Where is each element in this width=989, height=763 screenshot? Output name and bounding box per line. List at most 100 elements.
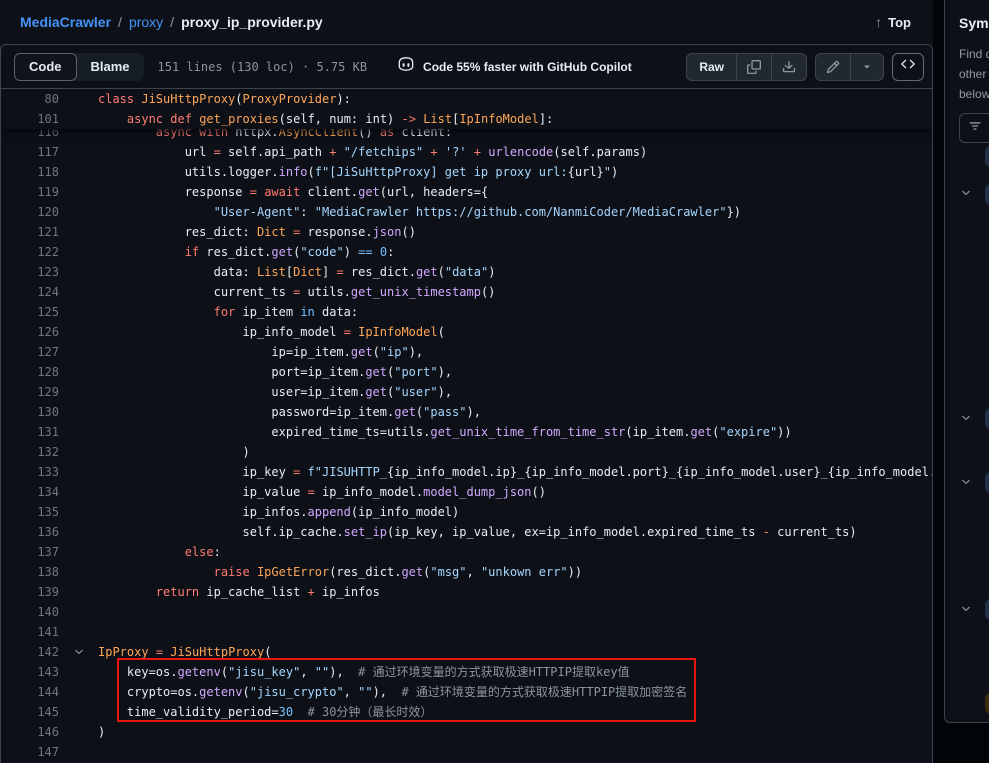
- collapse-chevron-icon[interactable]: [59, 642, 98, 662]
- line-number[interactable]: 128: [1, 362, 59, 382]
- code-text: raise IpGetError(res_dict.get("msg", "un…: [98, 562, 932, 582]
- code-line: 136 self.ip_cache.set_ip(ip_key, ip_valu…: [1, 522, 932, 542]
- line-number[interactable]: 142: [1, 642, 59, 662]
- code-text: [98, 602, 932, 622]
- line-number[interactable]: 131: [1, 422, 59, 442]
- expand-chevron-icon[interactable]: [960, 186, 972, 204]
- line-number[interactable]: 146: [1, 722, 59, 742]
- code-text: key=os.getenv("jisu_key", ""), # 通过环境变量的…: [98, 662, 932, 682]
- code-line: 125 for ip_item in data:: [1, 302, 932, 322]
- line-number[interactable]: 135: [1, 502, 59, 522]
- code-line: 131 expired_time_ts=utils.get_unix_time_…: [1, 422, 932, 442]
- edit-dropdown-button[interactable]: [850, 54, 883, 80]
- code-line: 127 ip=ip_item.get("ip"),: [1, 342, 932, 362]
- line-number[interactable]: 126: [1, 322, 59, 342]
- description-line: below or by clicking in the code.: [959, 84, 989, 104]
- line-number[interactable]: 141: [1, 622, 59, 642]
- expand-chevron-icon[interactable]: [960, 475, 972, 493]
- code-line: 122 if res_dict.get("code") == 0:: [1, 242, 932, 262]
- expander-slot: [59, 442, 98, 462]
- line-number[interactable]: 121: [1, 222, 59, 242]
- filter-icon: [968, 119, 982, 138]
- code-text: res_dict: Dict = response.json(): [98, 222, 932, 242]
- line-number[interactable]: 130: [1, 402, 59, 422]
- symbol-chip[interactable]: [985, 599, 989, 620]
- edit-file-button[interactable]: [816, 54, 850, 80]
- line-number[interactable]: 143: [1, 662, 59, 682]
- copilot-banner-text: Code 55% faster with GitHub Copilot: [423, 60, 632, 74]
- expand-chevron-icon[interactable]: [960, 602, 972, 620]
- line-number[interactable]: 134: [1, 482, 59, 502]
- expand-chevron-icon[interactable]: [960, 411, 972, 429]
- code-text: return ip_cache_list + ip_infos: [98, 582, 932, 602]
- breadcrumb-repo-link[interactable]: MediaCrawler: [20, 14, 111, 30]
- code-text: port=ip_item.get("port"),: [98, 362, 932, 382]
- breadcrumb-folder-link[interactable]: proxy: [129, 14, 163, 30]
- expander-slot: [59, 242, 98, 262]
- scroll-to-top-button[interactable]: ↑ Top: [875, 14, 913, 30]
- raw-button[interactable]: Raw: [687, 54, 736, 80]
- symbol-chip[interactable]: [985, 408, 989, 429]
- line-number[interactable]: 118: [1, 162, 59, 182]
- line-number[interactable]: 120: [1, 202, 59, 222]
- line-number[interactable]: 123: [1, 262, 59, 282]
- line-number[interactable]: 127: [1, 342, 59, 362]
- code-text: ip_info_model = IpInfoModel(: [98, 322, 932, 342]
- code-text: data: List[Dict] = res_dict.get("data"): [98, 262, 932, 282]
- line-number[interactable]: 133: [1, 462, 59, 482]
- tab-blame[interactable]: Blame: [77, 53, 144, 81]
- download-raw-button[interactable]: [771, 54, 806, 80]
- line-number[interactable]: 119: [1, 182, 59, 202]
- code-line: 126 ip_info_model = IpInfoModel(: [1, 322, 932, 342]
- symbols-panel-toggle-button[interactable]: [892, 53, 924, 81]
- code-symbols-icon: [901, 57, 915, 76]
- code-line: 137 else:: [1, 542, 932, 562]
- code-line: 134 ip_value = ip_info_model.model_dump_…: [1, 482, 932, 502]
- tab-code[interactable]: Code: [14, 53, 77, 81]
- code-line: 123 data: List[Dict] = res_dict.get("dat…: [1, 262, 932, 282]
- line-number[interactable]: 129: [1, 382, 59, 402]
- symbols-panel: Symbols Find definitions and references …: [944, 0, 989, 723]
- breadcrumb-separator: /: [170, 14, 174, 30]
- symbols-filter-input[interactable]: [959, 113, 989, 143]
- expander-slot: [59, 109, 98, 129]
- line-number[interactable]: 124: [1, 282, 59, 302]
- line-number[interactable]: 138: [1, 562, 59, 582]
- symbol-chip[interactable]: [985, 472, 989, 493]
- line-number[interactable]: 117: [1, 142, 59, 162]
- file-content-box: Code Blame 151 lines (130 loc) · 5.75 KB…: [0, 44, 933, 763]
- description-line: other symbols in this file by clicking a…: [959, 64, 989, 84]
- toolbar-actions: Raw: [686, 53, 924, 81]
- line-number[interactable]: 122: [1, 242, 59, 262]
- line-number[interactable]: 140: [1, 602, 59, 622]
- code-editor-area: 116 async with httpx.AsyncClient() as cl…: [1, 89, 932, 763]
- code-line: 146): [1, 722, 932, 742]
- line-number[interactable]: 145: [1, 702, 59, 722]
- line-number[interactable]: 132: [1, 442, 59, 462]
- code-line: 138 raise IpGetError(res_dict.get("msg",…: [1, 562, 932, 582]
- line-number[interactable]: 147: [1, 742, 59, 762]
- line-number[interactable]: 80: [1, 89, 59, 109]
- code-text: current_ts = utils.get_unix_timestamp(): [98, 282, 932, 302]
- expander-slot: [59, 422, 98, 442]
- expander-slot: [59, 462, 98, 482]
- copy-raw-button[interactable]: [736, 54, 771, 80]
- expander-slot: [59, 502, 98, 522]
- symbol-chip[interactable]: [985, 184, 989, 205]
- line-number[interactable]: 125: [1, 302, 59, 322]
- line-number[interactable]: 137: [1, 542, 59, 562]
- expander-slot: [59, 162, 98, 182]
- line-number[interactable]: 101: [1, 109, 59, 129]
- expander-slot: [59, 282, 98, 302]
- expander-slot: [59, 362, 98, 382]
- pencil-icon: [826, 60, 840, 74]
- line-number[interactable]: 136: [1, 522, 59, 542]
- line-number[interactable]: 139: [1, 582, 59, 602]
- line-number[interactable]: 144: [1, 682, 59, 702]
- symbol-chip-active[interactable]: [985, 693, 989, 714]
- symbol-chip[interactable]: [985, 146, 989, 167]
- expander-slot: [59, 342, 98, 362]
- expander-slot: [59, 222, 98, 242]
- code-line: 101 async def get_proxies(self, num: int…: [1, 109, 932, 129]
- sticky-scope-header: 80class JiSuHttpProxy(ProxyProvider):101…: [1, 89, 932, 129]
